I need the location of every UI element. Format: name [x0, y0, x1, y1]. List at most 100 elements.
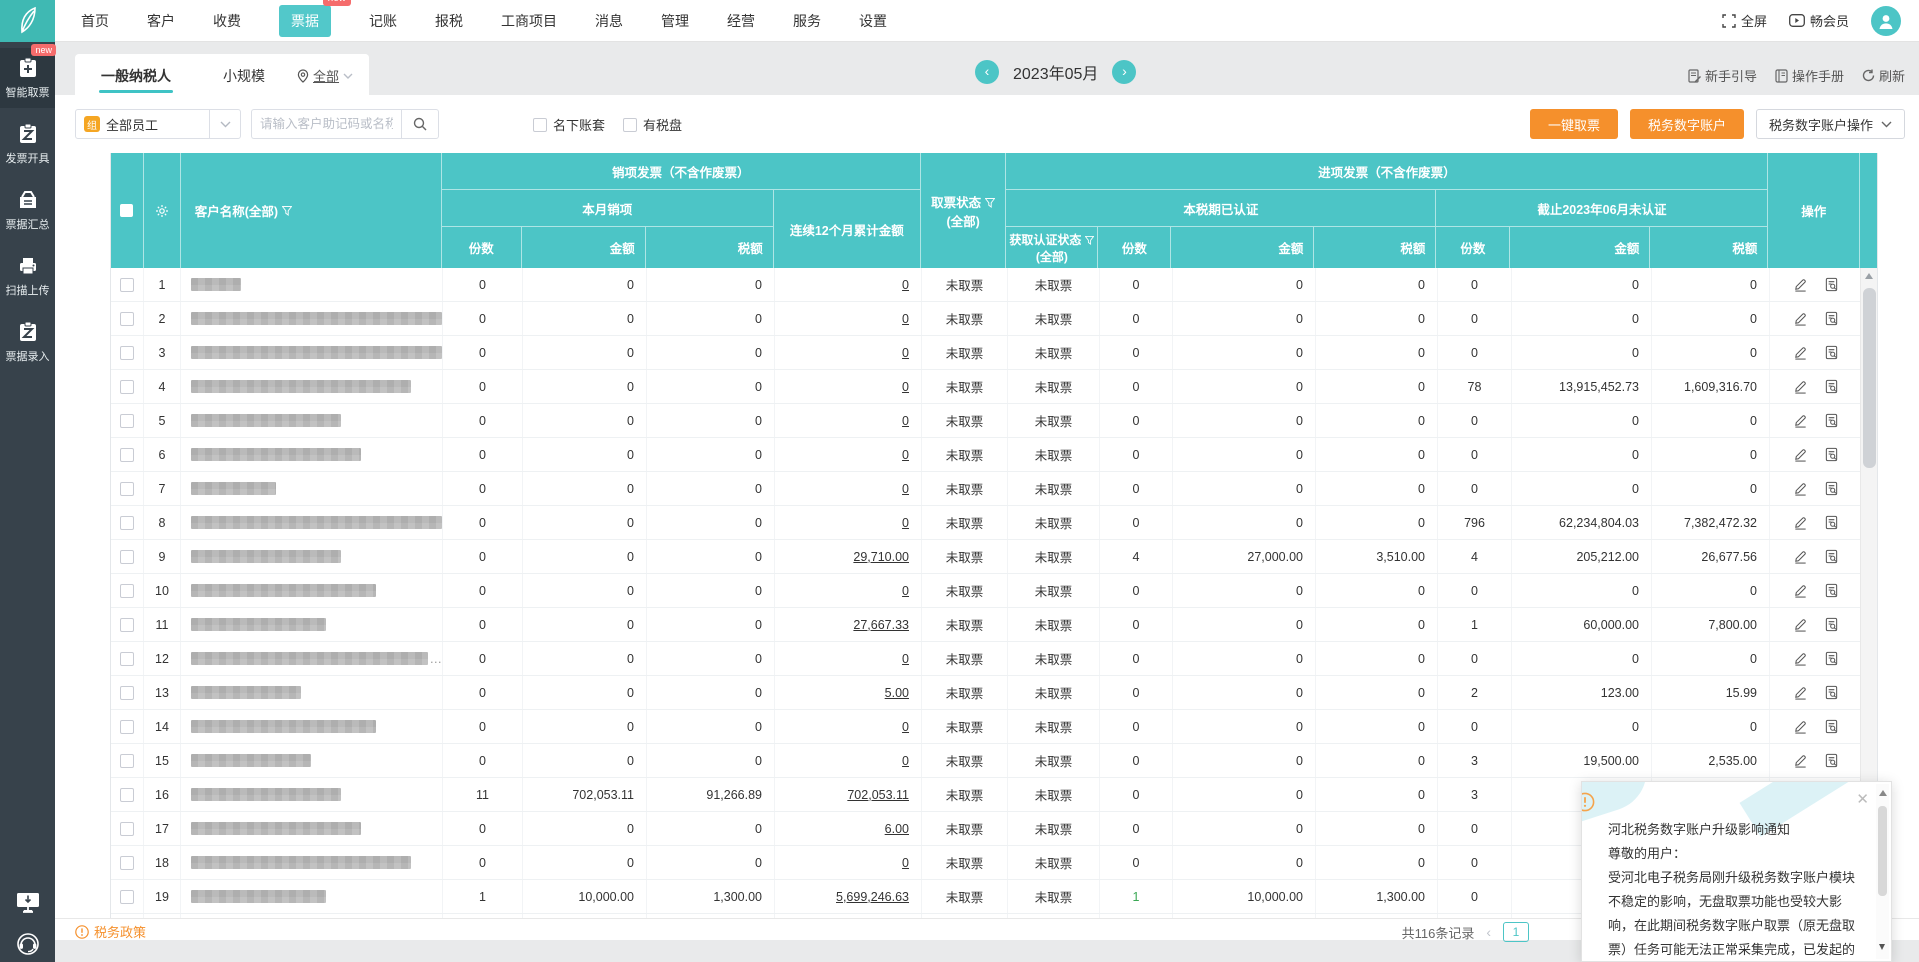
- view-button[interactable]: [1824, 549, 1839, 564]
- header-cert-status[interactable]: 获取认证状态 (全部): [1006, 227, 1099, 268]
- sidebar-item-3[interactable]: 扫描上传: [0, 246, 55, 306]
- row-checkbox[interactable]: [120, 515, 134, 530]
- edit-button[interactable]: [1793, 583, 1808, 598]
- customer-name-redacted[interactable]: [181, 506, 443, 539]
- page-number[interactable]: 1: [1503, 922, 1529, 942]
- customer-name-redacted[interactable]: [181, 540, 443, 573]
- checkbox-own-accounts[interactable]: 名下账套: [533, 115, 605, 134]
- search-button[interactable]: [401, 109, 439, 139]
- edit-icon[interactable]: [1793, 481, 1808, 496]
- cumulative-amount-link[interactable]: 0: [902, 652, 909, 666]
- sidebar-item-1[interactable]: 发票开具: [0, 114, 55, 174]
- row-checkbox[interactable]: [120, 413, 134, 428]
- tab-small-scale[interactable]: 小规模: [197, 55, 291, 95]
- edit-button[interactable]: [1793, 549, 1808, 564]
- customer-name-redacted[interactable]: [181, 336, 443, 369]
- edit-button[interactable]: [1793, 413, 1808, 428]
- filter-funnel-icon[interactable]: [282, 205, 293, 216]
- view-button[interactable]: [1824, 447, 1839, 462]
- cumulative-amount-link[interactable]: 27,667.33: [853, 618, 909, 632]
- edit-button[interactable]: [1793, 617, 1808, 632]
- row-checkbox[interactable]: [120, 719, 134, 734]
- app-logo[interactable]: [0, 0, 55, 42]
- edit-icon[interactable]: [1793, 413, 1808, 428]
- header-customer-name[interactable]: 客户名称(全部): [181, 153, 442, 268]
- cumulative-amount-link[interactable]: 0: [902, 754, 909, 768]
- customer-service-icon[interactable]: [16, 932, 40, 956]
- manual-link[interactable]: 操作手册: [1775, 66, 1844, 85]
- view-detail-icon[interactable]: [1824, 277, 1839, 292]
- view-button[interactable]: [1824, 311, 1839, 326]
- cumulative-amount-link[interactable]: 0: [902, 448, 909, 462]
- row-checkbox[interactable]: [120, 787, 134, 802]
- cumulative-amount-link[interactable]: 6.00: [885, 822, 909, 836]
- view-button[interactable]: [1824, 617, 1839, 632]
- row-checkbox[interactable]: [120, 821, 134, 836]
- cumulative-amount-link[interactable]: 0: [902, 278, 909, 292]
- nav-item-3[interactable]: 票据new: [279, 0, 351, 37]
- view-button[interactable]: [1824, 685, 1839, 700]
- edit-icon[interactable]: [1793, 617, 1808, 632]
- cumulative-amount-link[interactable]: 5,699,246.63: [836, 890, 909, 904]
- edit-icon[interactable]: [1793, 379, 1808, 394]
- edit-icon[interactable]: [1793, 583, 1808, 598]
- view-button[interactable]: [1824, 345, 1839, 360]
- one-click-fetch-button[interactable]: 一键取票: [1529, 109, 1618, 139]
- scroll-up-arrow[interactable]: [1878, 790, 1887, 796]
- edit-button[interactable]: [1793, 719, 1808, 734]
- customer-name-redacted[interactable]: …: [181, 642, 443, 675]
- edit-button[interactable]: [1793, 379, 1808, 394]
- nav-item-5[interactable]: 报税: [435, 11, 463, 31]
- cumulative-amount-link[interactable]: 0: [902, 516, 909, 530]
- nav-item-7[interactable]: 消息: [595, 11, 623, 31]
- cumulative-amount-link[interactable]: 29,710.00: [853, 550, 909, 564]
- view-detail-icon[interactable]: [1824, 719, 1839, 734]
- nav-item-4[interactable]: 记账: [369, 11, 397, 31]
- region-select[interactable]: 全部: [291, 54, 370, 95]
- view-button[interactable]: [1824, 719, 1839, 734]
- edit-icon[interactable]: [1793, 685, 1808, 700]
- nav-item-1[interactable]: 客户: [147, 11, 175, 31]
- customer-name-redacted[interactable]: [181, 268, 443, 301]
- customer-name-redacted[interactable]: [181, 880, 443, 913]
- filter-funnel-icon[interactable]: [985, 197, 996, 208]
- nav-item-10[interactable]: 服务: [793, 11, 821, 31]
- scroll-down-arrow[interactable]: [1879, 944, 1885, 950]
- row-checkbox[interactable]: [120, 685, 134, 700]
- row-checkbox[interactable]: [120, 617, 134, 632]
- view-detail-icon[interactable]: [1824, 413, 1839, 428]
- nav-item-2[interactable]: 收费: [213, 11, 241, 31]
- row-checkbox[interactable]: [120, 753, 134, 768]
- customer-name-redacted[interactable]: [181, 302, 443, 335]
- scroll-thumb[interactable]: [1863, 288, 1876, 468]
- popup-scrollbar[interactable]: [1876, 784, 1889, 959]
- view-detail-icon[interactable]: [1824, 481, 1839, 496]
- edit-button[interactable]: [1793, 515, 1808, 530]
- edit-icon[interactable]: [1793, 311, 1808, 326]
- view-detail-icon[interactable]: [1824, 345, 1839, 360]
- customer-name-redacted[interactable]: [181, 370, 443, 403]
- search-input[interactable]: [251, 109, 401, 139]
- view-button[interactable]: [1824, 753, 1839, 768]
- row-checkbox[interactable]: [120, 447, 134, 462]
- client-download-icon[interactable]: [16, 892, 40, 914]
- view-button[interactable]: [1824, 379, 1839, 394]
- page-prev-button[interactable]: ‹: [1486, 924, 1491, 940]
- header-ticket-status[interactable]: 取票状态 (全部): [921, 153, 1007, 268]
- tax-digital-account-button[interactable]: 税务数字账户: [1629, 109, 1744, 139]
- edit-button[interactable]: [1793, 345, 1808, 360]
- checkbox-has-tax-disk[interactable]: 有税盘: [623, 115, 682, 134]
- cumulative-amount-link[interactable]: 702,053.11: [847, 788, 909, 802]
- row-checkbox[interactable]: [120, 549, 134, 564]
- view-detail-icon[interactable]: [1824, 311, 1839, 326]
- view-detail-icon[interactable]: [1824, 651, 1839, 666]
- prev-month-button[interactable]: ‹: [975, 60, 999, 84]
- row-checkbox[interactable]: [120, 583, 134, 598]
- nav-item-6[interactable]: 工商项目: [501, 11, 557, 31]
- row-checkbox[interactable]: [120, 855, 134, 870]
- next-month-button[interactable]: ›: [1112, 60, 1137, 84]
- view-button[interactable]: [1824, 481, 1839, 496]
- view-detail-icon[interactable]: [1824, 515, 1839, 530]
- beginner-guide-link[interactable]: 新手引导: [1688, 66, 1757, 85]
- cumulative-amount-link[interactable]: 0: [902, 346, 909, 360]
